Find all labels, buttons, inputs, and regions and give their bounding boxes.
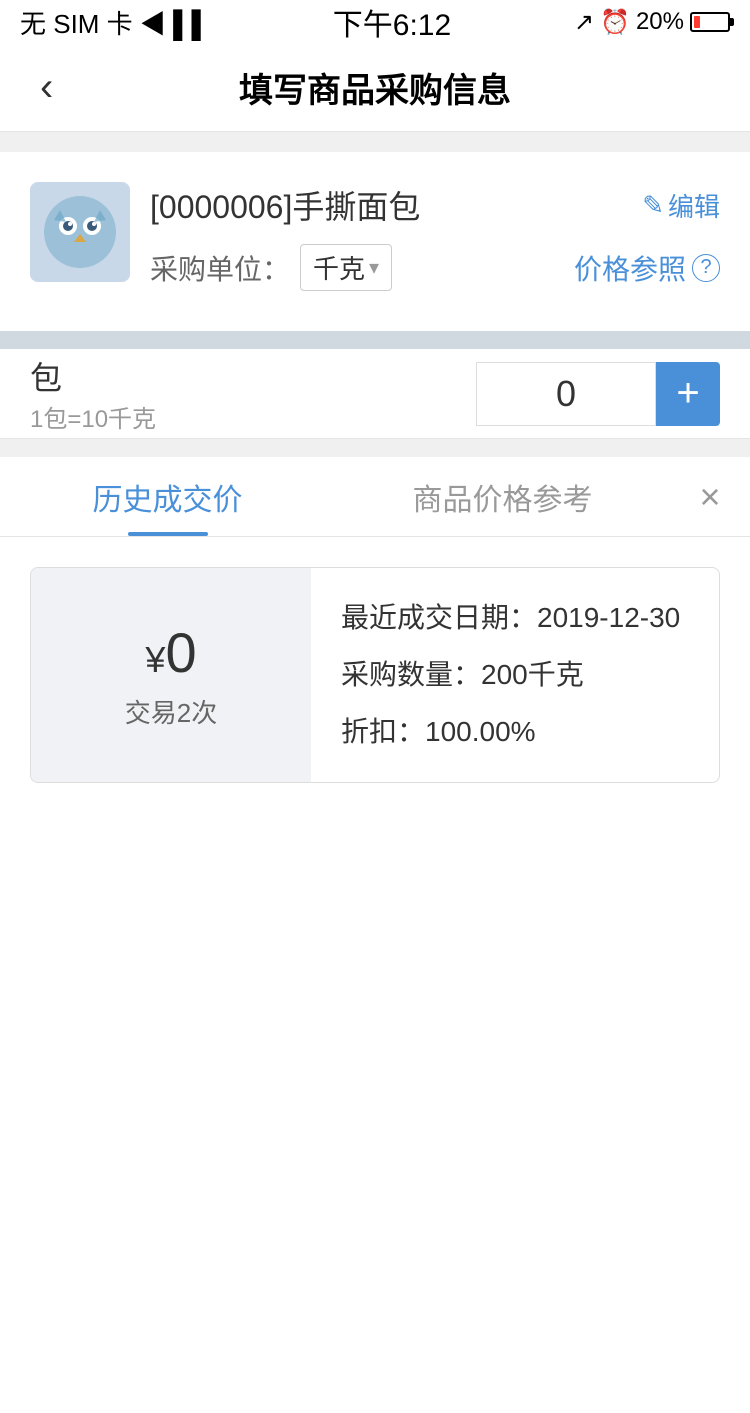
quantity-unit: 包 bbox=[30, 353, 156, 399]
tabs-header: 历史成交价 商品价格参考 × bbox=[0, 457, 750, 537]
edit-button[interactable]: ✎ 编辑 bbox=[642, 187, 720, 224]
tab-history-price-label: 历史成交价 bbox=[93, 475, 243, 519]
price-card-left: ¥0 交易2次 bbox=[31, 568, 311, 782]
product-header: [0000006]手撕面包 ✎ 编辑 采购单位： 千克 ▾ 价格参照 bbox=[30, 182, 720, 291]
page-background-fill bbox=[0, 813, 750, 1413]
price-card-right: 最近成交日期：2019-12-30 采购数量：200千克 折扣：100.00% bbox=[311, 568, 719, 782]
quantity-value: 0 bbox=[556, 373, 576, 415]
quantity-label-group: 包 1包=10千克 bbox=[30, 353, 156, 434]
product-thumbnail bbox=[30, 182, 130, 282]
quantity-label: 采购数量： bbox=[341, 659, 481, 690]
unit-label: 采购单位： bbox=[150, 248, 290, 288]
unit-select-dropdown[interactable]: 千克 ▾ bbox=[300, 244, 392, 291]
product-name: [0000006]手撕面包 bbox=[150, 182, 420, 228]
tab-history-price[interactable]: 历史成交价 bbox=[0, 457, 335, 536]
quantity-control: 0 + bbox=[476, 362, 720, 426]
quantity-row: 包 1包=10千克 0 + bbox=[0, 349, 750, 439]
product-section: [0000006]手撕面包 ✎ 编辑 采购单位： 千克 ▾ 价格参照 bbox=[0, 152, 750, 331]
currency-symbol: ¥ bbox=[145, 639, 165, 680]
tabs-close-button[interactable]: × bbox=[670, 476, 750, 518]
price-display: ¥0 bbox=[145, 620, 196, 685]
purchase-qty-row: 采购数量：200千克 bbox=[341, 655, 689, 694]
discount-label: 折扣： bbox=[341, 716, 425, 747]
price-card: ¥0 交易2次 最近成交日期：2019-12-30 采购数量：200千克 折扣：… bbox=[30, 567, 720, 783]
plus-icon: + bbox=[676, 371, 699, 416]
tab-product-price-ref-label: 商品价格参考 bbox=[413, 475, 593, 519]
battery-icon bbox=[690, 12, 730, 32]
quantity-conversion: 1包=10千克 bbox=[30, 399, 156, 434]
battery-percent: 20% bbox=[636, 8, 684, 36]
dropdown-arrow-icon: ▾ bbox=[369, 255, 379, 280]
tab-active-underline bbox=[128, 532, 208, 536]
status-time: 下午6:12 bbox=[333, 0, 451, 44]
recent-date-label: 最近成交日期： bbox=[341, 602, 537, 633]
back-button[interactable]: ‹ bbox=[30, 55, 63, 120]
tab-product-price-ref[interactable]: 商品价格参考 bbox=[335, 457, 670, 536]
nav-bar: ‹ 填写商品采购信息 bbox=[0, 44, 750, 132]
recent-date-value: 2019-12-30 bbox=[537, 602, 680, 633]
discount-value: 100.00% bbox=[425, 716, 536, 747]
discount-row: 折扣：100.00% bbox=[341, 712, 689, 751]
status-signal: 无 SIM 卡 ◀ ▌▌ bbox=[20, 4, 210, 41]
alarm-icon: ⏰ bbox=[600, 8, 630, 37]
price-ref-button[interactable]: 价格参照 ? bbox=[574, 248, 720, 288]
unit-row: 采购单位： 千克 ▾ 价格参照 ? bbox=[150, 244, 720, 291]
recent-date-row: 最近成交日期：2019-12-30 bbox=[341, 598, 689, 637]
quantity-plus-button[interactable]: + bbox=[656, 362, 720, 426]
location-icon: ↗ bbox=[574, 8, 594, 37]
quantity-detail-value: 200千克 bbox=[481, 659, 584, 690]
price-value: 0 bbox=[165, 621, 196, 684]
page-title: 填写商品采购信息 bbox=[239, 63, 511, 112]
unit-left: 采购单位： 千克 ▾ bbox=[150, 244, 392, 291]
product-logo bbox=[40, 192, 120, 272]
edit-label: 编辑 bbox=[668, 187, 720, 224]
close-icon: × bbox=[699, 476, 720, 518]
gray-divider bbox=[0, 331, 750, 349]
status-right: ↗ ⏰ 20% bbox=[574, 8, 730, 37]
product-info: [0000006]手撕面包 ✎ 编辑 采购单位： 千克 ▾ 价格参照 bbox=[150, 182, 720, 291]
product-title-row: [0000006]手撕面包 ✎ 编辑 bbox=[150, 182, 720, 228]
edit-icon: ✎ bbox=[642, 190, 664, 221]
price-ref-label: 价格参照 bbox=[574, 248, 686, 288]
tab-content: ¥0 交易2次 最近成交日期：2019-12-30 采购数量：200千克 折扣：… bbox=[0, 537, 750, 813]
unit-value: 千克 bbox=[313, 249, 365, 286]
tabs-panel: 历史成交价 商品价格参考 × ¥0 交易2次 最近成交日期：2019-12-30 bbox=[0, 457, 750, 813]
help-icon: ? bbox=[692, 254, 720, 282]
quantity-input[interactable]: 0 bbox=[476, 362, 656, 426]
trades-count: 交易2次 bbox=[125, 693, 217, 730]
status-bar: 无 SIM 卡 ◀ ▌▌ 下午6:12 ↗ ⏰ 20% bbox=[0, 0, 750, 44]
